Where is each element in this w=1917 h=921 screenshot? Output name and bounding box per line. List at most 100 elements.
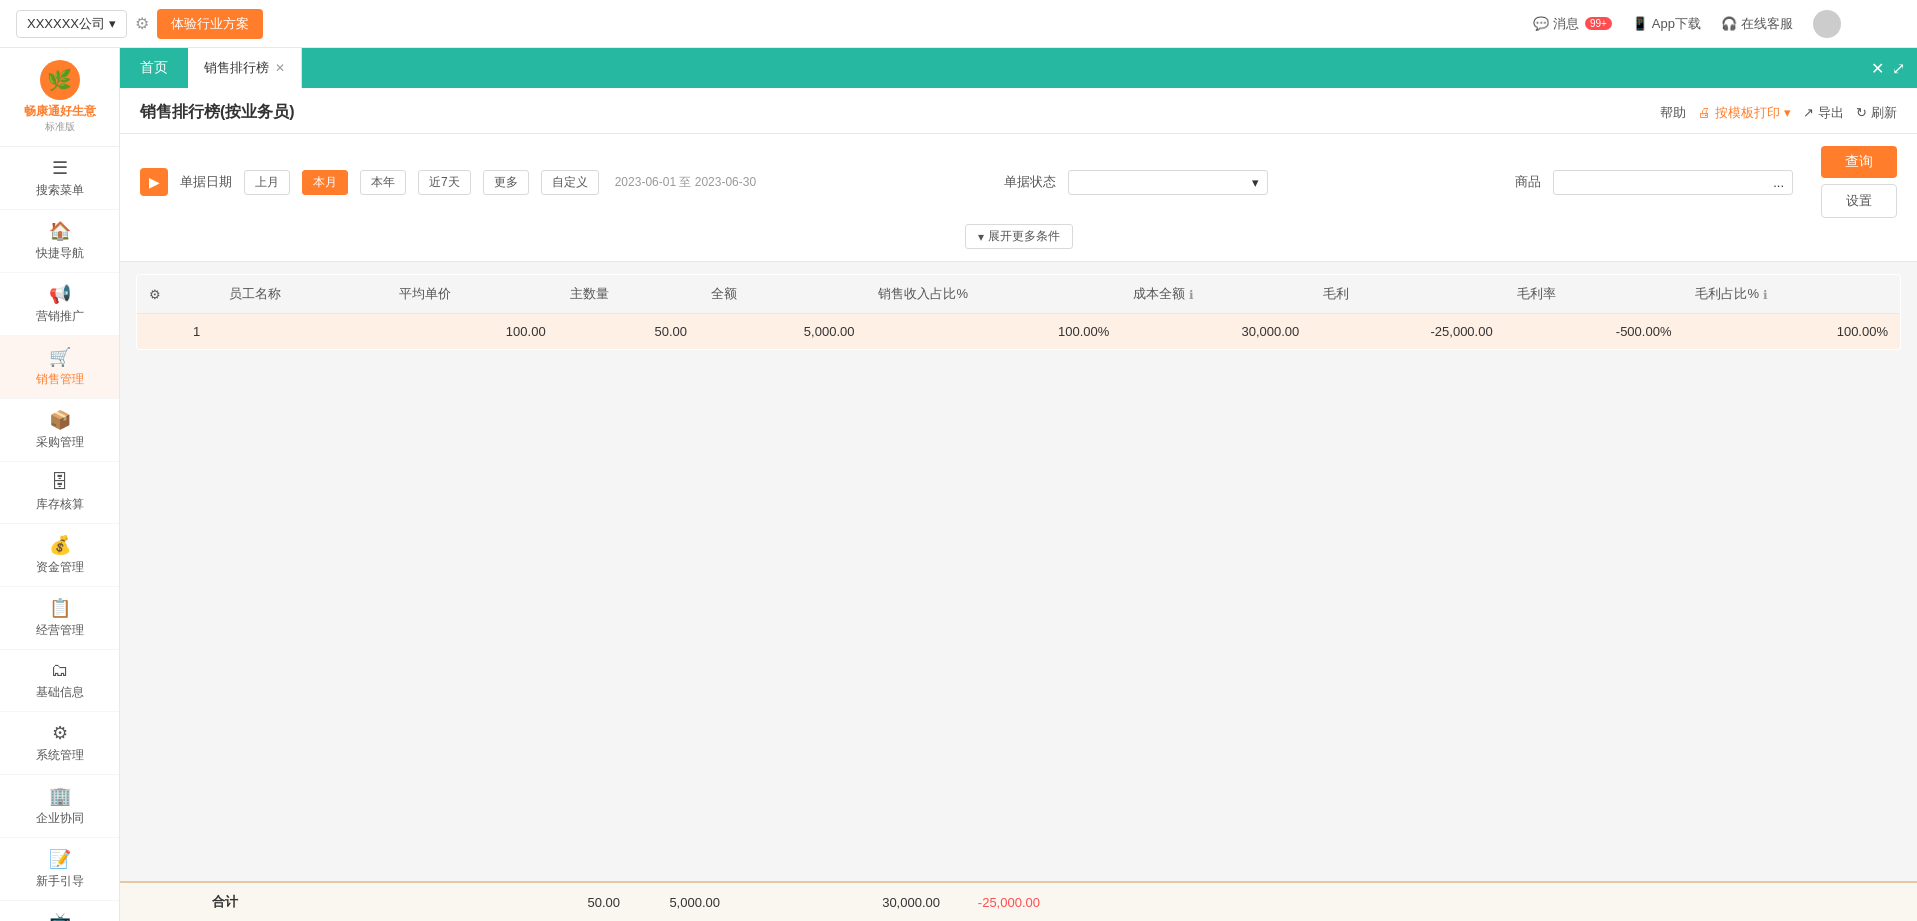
row-rank: 1 [177, 314, 217, 350]
sidebar-item-label: 库存核算 [36, 496, 84, 513]
table-footer: 合计 50.00 5,000.00 30,000.00 -25,000.00 [120, 881, 1917, 921]
date-btn-this-year[interactable]: 本年 [360, 170, 406, 195]
settings-icon[interactable]: ⚙ [135, 14, 149, 33]
service-icon: 🎧 [1721, 16, 1737, 31]
row-sales-pct: 100.00% [866, 314, 1121, 350]
enterprise-icon: 🏢 [49, 785, 71, 807]
goods-more-icon: ... [1773, 175, 1784, 190]
cost-info-icon: ℹ [1189, 288, 1194, 302]
home-icon: 🏠 [49, 220, 71, 242]
sidebar: 🌿 畅康通好生意 标准版 ☰ 搜索菜单 🏠 快捷导航 📢 营销推广 🛒 销售管理… [0, 48, 120, 921]
footer-qty: 50.00 [532, 895, 632, 910]
filter-arrow-icon: ▶ [149, 174, 160, 190]
company-selector[interactable]: XXXXXX公司 ▾ [16, 10, 127, 38]
sidebar-item-label: 销售管理 [36, 371, 84, 388]
col-avg-price: 平均单价 [387, 275, 558, 314]
expand-row: ▾ 展开更多条件 [140, 218, 1897, 249]
row-avg-price: 100.00 [387, 314, 558, 350]
service-label: 在线客服 [1741, 15, 1793, 33]
expand-more-button[interactable]: ▾ 展开更多条件 [965, 224, 1073, 249]
window-close-icon[interactable]: ✕ [1871, 59, 1884, 78]
print-dropdown-icon: ▾ [1784, 105, 1791, 120]
print-button[interactable]: 🖨 按模板打印 ▾ [1698, 104, 1791, 122]
row-name [217, 314, 388, 350]
print-icon: 🖨 [1698, 105, 1711, 120]
date-label: 单据日期 [180, 173, 232, 191]
goods-input-wrap[interactable]: ... [1553, 170, 1793, 195]
message-item[interactable]: 💬 消息 99+ [1533, 15, 1612, 33]
service-item[interactable]: 🎧 在线客服 [1721, 15, 1793, 33]
row-amount: 5,000.00 [699, 314, 866, 350]
sidebar-item-quick-nav[interactable]: 🏠 快捷导航 [0, 210, 119, 273]
goods-label: 商品 [1515, 173, 1541, 191]
app-download-item[interactable]: 📱 App下载 [1632, 15, 1701, 33]
sidebar-item-marketing[interactable]: 📢 营销推广 [0, 273, 119, 336]
main-layout: 🌿 畅康通好生意 标准版 ☰ 搜索菜单 🏠 快捷导航 📢 营销推广 🛒 销售管理… [0, 48, 1917, 921]
refresh-button[interactable]: ↻ 刷新 [1856, 104, 1897, 122]
filter-collapse-btn[interactable]: ▶ [140, 168, 168, 196]
col-qty: 主数量 [558, 275, 699, 314]
sidebar-item-finance[interactable]: 💰 资金管理 [0, 524, 119, 587]
table-header: ⚙ 员工名称 平均单价 主数量 全额 销售收入占比% 成本全额 ℹ 毛利 毛利率… [137, 275, 1901, 314]
top-bar-left: XXXXXX公司 ▾ ⚙ 体验行业方案 [16, 9, 263, 39]
date-btn-7days[interactable]: 近7天 [418, 170, 471, 195]
sidebar-item-basic-info[interactable]: 🗂 基础信息 [0, 650, 119, 712]
logo-sub: 标准版 [8, 120, 111, 134]
page-actions: 帮助 🖨 按模板打印 ▾ ↗ 导出 ↻ 刷新 [1660, 104, 1897, 122]
sidebar-item-label: 新手引导 [36, 873, 84, 890]
export-button[interactable]: ↗ 导出 [1803, 104, 1844, 122]
app-icon: 📱 [1632, 16, 1648, 31]
gross-pct-info-icon: ℹ [1763, 288, 1768, 302]
date-btn-last-month[interactable]: 上月 [244, 170, 290, 195]
inventory-icon: 🗄 [51, 472, 69, 493]
expand-icon: ▾ [978, 230, 984, 244]
top-bar-right: 💬 消息 99+ 📱 App下载 🎧 在线客服 [1533, 10, 1901, 38]
tab-sales-ranking[interactable]: 销售排行榜 ✕ [188, 48, 302, 88]
date-btn-more[interactable]: 更多 [483, 170, 529, 195]
sidebar-item-inventory[interactable]: 🗄 库存核算 [0, 462, 119, 524]
avatar-name[interactable] [1861, 10, 1901, 38]
logo-main: 畅康通好生意 [8, 104, 111, 120]
sidebar-item-enterprise[interactable]: 🏢 企业协同 [0, 775, 119, 838]
date-range: 2023-06-01 至 2023-06-30 [615, 174, 756, 191]
expand-label: 展开更多条件 [988, 228, 1060, 245]
tab-actions: ✕ ⤢ [1871, 59, 1917, 78]
sidebar-item-label: 资金管理 [36, 559, 84, 576]
sidebar-item-guide[interactable]: 📝 新手引导 [0, 838, 119, 901]
sidebar-item-search[interactable]: ☰ 搜索菜单 [0, 147, 119, 210]
col-icon: ⚙ [137, 275, 177, 314]
sidebar-item-label: 营销推广 [36, 308, 84, 325]
query-button[interactable]: 查询 [1821, 146, 1897, 178]
filter-row-1: ▶ 单据日期 上月 本月 本年 近7天 更多 自定义 2023-06-01 至 … [140, 146, 1897, 218]
marketing-icon: 📢 [49, 283, 71, 305]
sidebar-item-label: 系统管理 [36, 747, 84, 764]
date-btn-custom[interactable]: 自定义 [541, 170, 599, 195]
table-body: 1 100.00 50.00 5,000.00 100.00% 30,000.0… [137, 314, 1901, 350]
status-select-wrap[interactable]: ▾ [1068, 170, 1268, 195]
col-cost: 成本全额 ℹ [1121, 275, 1311, 314]
sidebar-item-operations[interactable]: 📋 经营管理 [0, 587, 119, 650]
sales-icon: 🛒 [49, 346, 71, 368]
tab-home[interactable]: 首页 [120, 48, 188, 88]
message-label: 消息 [1553, 15, 1579, 33]
trial-button[interactable]: 体验行业方案 [157, 9, 263, 39]
sidebar-item-apps[interactable]: 📺 应用中心 [0, 901, 119, 921]
sidebar-item-label: 搜索菜单 [36, 182, 84, 199]
sidebar-item-system[interactable]: ⚙ 系统管理 [0, 712, 119, 775]
row-gross: -25,000.00 [1311, 314, 1504, 350]
col-amount: 全额 [699, 275, 866, 314]
date-btn-this-month[interactable]: 本月 [302, 170, 348, 195]
header-row: ⚙ 员工名称 平均单价 主数量 全额 销售收入占比% 成本全额 ℹ 毛利 毛利率… [137, 275, 1901, 314]
help-button[interactable]: 帮助 [1660, 104, 1686, 122]
tab-close-icon[interactable]: ✕ [275, 61, 285, 75]
row-gross-rate: -500.00% [1505, 314, 1684, 350]
row-gross-pct: 100.00% [1683, 314, 1900, 350]
footer-gross: -25,000.00 [952, 895, 1052, 910]
window-max-icon[interactable]: ⤢ [1892, 59, 1905, 78]
avatar[interactable] [1813, 10, 1841, 38]
operations-icon: 📋 [49, 597, 71, 619]
settings-small-button[interactable]: 设置 [1821, 184, 1897, 218]
export-label: 导出 [1818, 104, 1844, 122]
sidebar-item-sales[interactable]: 🛒 销售管理 [0, 336, 119, 399]
sidebar-item-purchase[interactable]: 📦 采购管理 [0, 399, 119, 462]
